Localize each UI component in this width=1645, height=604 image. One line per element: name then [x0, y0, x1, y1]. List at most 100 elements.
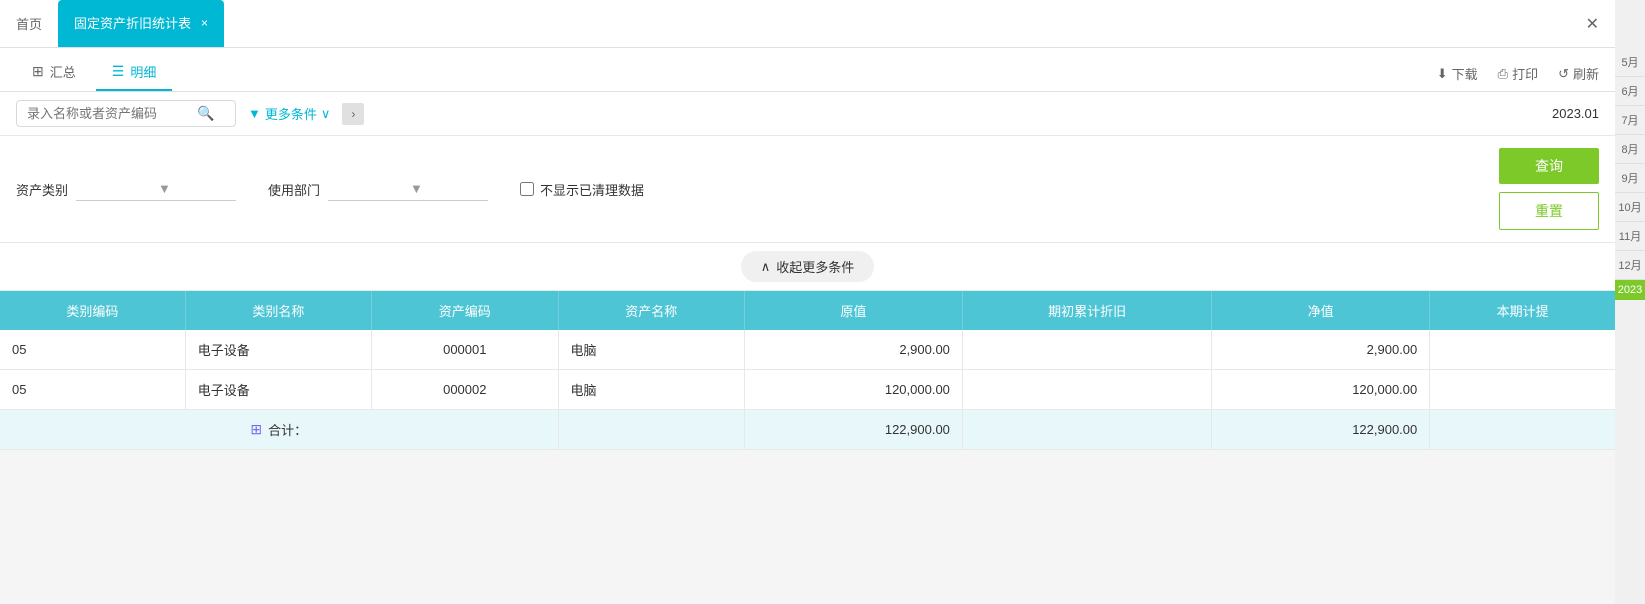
tab-summary-label: 汇总 [50, 62, 76, 81]
cell-asset-code: 000001 [372, 330, 558, 370]
asset-category-filter: 资产类别 ▼ [16, 177, 236, 201]
sidebar-month-12[interactable]: 12月 [1615, 251, 1645, 280]
collapse-label: 收起更多条件 [776, 257, 854, 276]
tab-summary[interactable]: ⊞ 汇总 [16, 53, 92, 91]
date-display: 2023.01 [1552, 106, 1599, 121]
cell-category-name: 电子设备 [185, 330, 371, 370]
collapse-bar: ∧ 收起更多条件 [0, 243, 1615, 291]
asset-category-select[interactable]: ▼ [76, 177, 236, 201]
tab-close-icon[interactable]: × [201, 16, 208, 30]
cell-net-value: 120,000.00 [1212, 370, 1430, 410]
query-button[interactable]: 查询 [1499, 148, 1599, 184]
table-row: 05 电子设备 000002 电脑 120,000.00 120,000.00 [0, 370, 1615, 410]
download-icon: ⬇ [1437, 66, 1448, 82]
search-input-wrap: 🔍 [16, 100, 236, 127]
total-net-value: 122,900.00 [1212, 410, 1430, 450]
cell-net-value: 2,900.00 [1212, 330, 1430, 370]
filter-actions: 查询 重置 [1499, 148, 1599, 230]
summary-icon: ⊞ [32, 63, 44, 80]
total-asset-name [558, 410, 744, 450]
collapse-icon: ∧ [761, 259, 771, 275]
download-label: 下载 [1452, 64, 1478, 83]
table-body: 05 电子设备 000001 电脑 2,900.00 2,900.00 05 电… [0, 330, 1615, 450]
filter-area: 资产类别 ▼ 使用部门 ▼ 不显示已清理数据 查询 重置 [0, 136, 1615, 243]
asset-category-label: 资产类别 [16, 180, 68, 199]
sub-tabs: ⊞ 汇总 ☰ 明细 ⬇ 下载 ⎙ 打印 ↺ 刷新 [0, 48, 1615, 92]
collapse-button[interactable]: ∧ 收起更多条件 [741, 251, 875, 282]
download-button[interactable]: ⬇ 下载 [1437, 64, 1478, 83]
chevron-down-icon: ∨ [321, 106, 331, 122]
more-conditions-label: 更多条件 [265, 104, 317, 123]
use-dept-label: 使用部门 [268, 180, 320, 199]
filter-row: 资产类别 ▼ 使用部门 ▼ 不显示已清理数据 查询 重置 [16, 148, 1599, 230]
table-row: 05 电子设备 000001 电脑 2,900.00 2,900.00 [0, 330, 1615, 370]
more-conditions-button[interactable]: ▼ 更多条件 ∨ [248, 104, 330, 123]
hide-cleared-checkbox[interactable] [520, 182, 534, 196]
print-button[interactable]: ⎙ 打印 [1498, 64, 1538, 83]
table-header: 类别编码 类别名称 资产编码 资产名称 原值 期初累计折旧 净值 本期计提 [0, 291, 1615, 330]
cell-accumulated-depreciation [962, 370, 1211, 410]
data-table: 类别编码 类别名称 资产编码 资产名称 原值 期初累计折旧 净值 本期计提 05… [0, 291, 1615, 450]
tab-detail[interactable]: ☰ 明细 [96, 53, 173, 91]
active-tab[interactable]: 固定资产折旧统计表 × [58, 0, 224, 47]
reset-button[interactable]: 重置 [1499, 192, 1599, 230]
sidebar-month-6[interactable]: 6月 [1615, 77, 1645, 106]
cell-category-name: 电子设备 [185, 370, 371, 410]
sub-tabs-left: ⊞ 汇总 ☰ 明细 [16, 48, 172, 91]
cell-accumulated-depreciation [962, 330, 1211, 370]
total-original-value: 122,900.00 [744, 410, 962, 450]
cell-current-depreciation [1430, 330, 1615, 370]
use-dept-chevron: ▼ [410, 181, 488, 196]
sidebar-month-10[interactable]: 10月 [1615, 193, 1645, 222]
sidebar-year[interactable]: 2023 [1615, 280, 1645, 300]
refresh-label: 刷新 [1573, 64, 1599, 83]
cell-current-depreciation [1430, 370, 1615, 410]
total-row: ⊞ 合计： 122,900.00 122,900.00 [0, 410, 1615, 450]
cell-asset-name: 电脑 [558, 330, 744, 370]
cell-asset-code: 000002 [372, 370, 558, 410]
cell-asset-name: 电脑 [558, 370, 744, 410]
right-sidebar: 5月 6月 7月 8月 9月 10月 11月 12月 2023 [1615, 0, 1645, 604]
filter-icon: ▼ [248, 106, 261, 121]
cell-original-value: 2,900.00 [744, 330, 962, 370]
asset-category-chevron: ▼ [158, 181, 236, 196]
col-current-depreciation: 本期计提 [1430, 291, 1615, 330]
sidebar-month-11[interactable]: 11月 [1615, 222, 1645, 251]
use-dept-select[interactable]: ▼ [328, 177, 488, 201]
expand-button[interactable]: › [342, 103, 364, 125]
print-icon: ⎙ [1498, 66, 1508, 82]
total-label-cell: ⊞ 合计： [0, 410, 558, 450]
table-container: 类别编码 类别名称 资产编码 资产名称 原值 期初累计折旧 净值 本期计提 05… [0, 291, 1615, 450]
hide-cleared-label: 不显示已清理数据 [540, 180, 644, 199]
home-link[interactable]: 首页 [16, 14, 42, 33]
cell-original-value: 120,000.00 [744, 370, 962, 410]
total-label-text: 合计： [268, 420, 307, 439]
sidebar-month-5[interactable]: 5月 [1615, 48, 1645, 77]
refresh-button[interactable]: ↺ 刷新 [1558, 64, 1599, 83]
col-category-name: 类别名称 [185, 291, 371, 330]
window-close-icon[interactable]: ✕ [1586, 14, 1599, 34]
col-asset-code: 资产编码 [372, 291, 558, 330]
total-icon: ⊞ [250, 421, 262, 438]
total-accumulated-depreciation [962, 410, 1211, 450]
search-icon: 🔍 [197, 105, 214, 122]
col-net-value: 净值 [1212, 291, 1430, 330]
sidebar-month-9[interactable]: 9月 [1615, 164, 1645, 193]
sub-tabs-right: ⬇ 下载 ⎙ 打印 ↺ 刷新 [1437, 64, 1599, 91]
col-accumulated-depreciation: 期初累计折旧 [962, 291, 1211, 330]
col-category-code: 类别编码 [0, 291, 185, 330]
sidebar-month-7[interactable]: 7月 [1615, 106, 1645, 135]
hide-cleared-filter: 不显示已清理数据 [520, 180, 644, 199]
total-current-depreciation [1430, 410, 1615, 450]
col-asset-name: 资产名称 [558, 291, 744, 330]
sidebar-month-8[interactable]: 8月 [1615, 135, 1645, 164]
refresh-icon: ↺ [1558, 66, 1569, 82]
use-dept-filter: 使用部门 ▼ [268, 177, 488, 201]
cell-category-code: 05 [0, 370, 185, 410]
print-label: 打印 [1512, 64, 1538, 83]
top-nav: 首页 固定资产折旧统计表 × ✕ [0, 0, 1615, 48]
search-bar: 🔍 ▼ 更多条件 ∨ › 2023.01 [0, 92, 1615, 136]
cell-category-code: 05 [0, 330, 185, 370]
search-input[interactable] [27, 106, 197, 121]
detail-icon: ☰ [112, 63, 125, 80]
